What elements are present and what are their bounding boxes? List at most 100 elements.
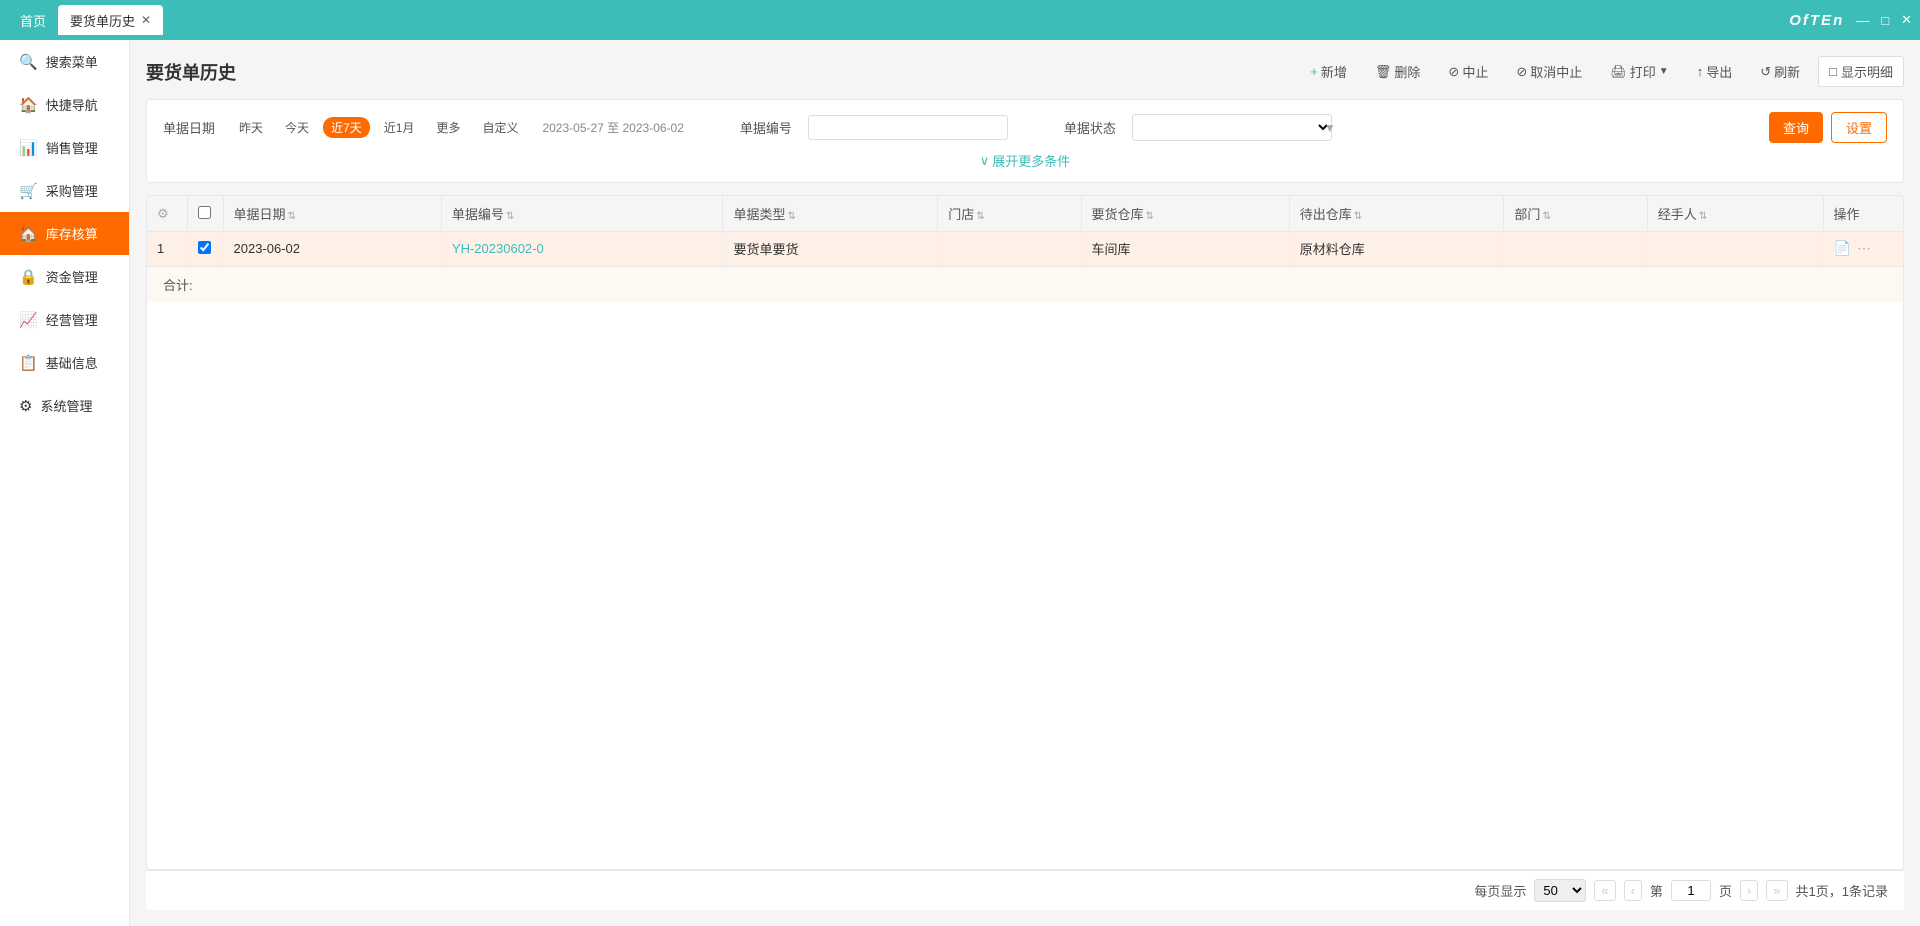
col-doc-date[interactable]: 单据日期⇅: [223, 196, 441, 232]
sidebar: 🔍 搜索菜单 🏠 快捷导航 📊 销售管理 🛒 采购管理 🏠 库存核算 🔒 资金管…: [0, 40, 130, 926]
delete-button[interactable]: 🗑 删除: [1365, 57, 1431, 86]
sidebar-item-label: 销售管理: [46, 138, 98, 157]
print-button[interactable]: 🖨 打印 ▼: [1600, 57, 1678, 86]
ops-mgmt-icon: 📈: [19, 311, 38, 329]
col-action: 操作: [1823, 196, 1903, 232]
refresh-button[interactable]: ↺ 刷新: [1750, 57, 1810, 86]
print-arrow-icon: ▼: [1659, 66, 1669, 77]
sort-arrow-department: ⇅: [1542, 211, 1550, 222]
sidebar-item-basic-info[interactable]: 📋 基础信息: [0, 341, 129, 384]
col-doc-number[interactable]: 单据编号⇅: [441, 196, 723, 232]
sidebar-item-finance-mgmt[interactable]: 🔒 资金管理: [0, 255, 129, 298]
prev-page-btn[interactable]: ‹: [1624, 880, 1642, 901]
col-settings[interactable]: ⚙: [147, 196, 187, 232]
sidebar-item-label: 资金管理: [46, 267, 98, 286]
row-action-cell: 📄 ⋯: [1823, 232, 1903, 266]
select-all-checkbox[interactable]: [198, 206, 211, 219]
page-suffix-label: 页: [1719, 881, 1732, 900]
tab-home[interactable]: 首页: [8, 5, 58, 35]
tab-requisition-history[interactable]: 要货单历史 ✕: [58, 5, 163, 35]
export-button[interactable]: ↑ 导出: [1687, 57, 1743, 86]
col-handler[interactable]: 经手人⇅: [1647, 196, 1823, 232]
maximize-btn[interactable]: □: [1881, 13, 1889, 28]
stop-label: 中止: [1462, 62, 1488, 81]
date-filter-label: 单据日期: [163, 118, 215, 137]
export-label: 导出: [1706, 62, 1732, 81]
sys-mgmt-icon: ⚙: [19, 397, 32, 415]
col-store[interactable]: 门店⇅: [938, 196, 1081, 232]
sort-arrow-doc-type: ⇅: [788, 211, 796, 222]
sidebar-item-sys-mgmt[interactable]: ⚙ 系统管理: [0, 384, 129, 427]
new-button[interactable]: + 新增: [1300, 57, 1357, 86]
purchase-mgmt-icon: 🛒: [19, 182, 38, 200]
sidebar-item-search-menu[interactable]: 🔍 搜索菜单: [0, 40, 129, 83]
sidebar-item-label: 采购管理: [46, 181, 98, 200]
next-page-btn[interactable]: ›: [1740, 880, 1758, 901]
col-department[interactable]: 部门⇅: [1504, 196, 1647, 232]
minimize-btn[interactable]: —: [1856, 13, 1869, 28]
page-prefix-label: 第: [1650, 881, 1663, 900]
date-shortcut-more[interactable]: 更多: [428, 117, 468, 138]
date-shortcut-7days[interactable]: 近7天: [323, 117, 370, 138]
col-req-warehouse[interactable]: 要货仓库⇅: [1081, 196, 1289, 232]
basic-info-icon: 📋: [19, 354, 38, 372]
sort-arrow-req-warehouse: ⇅: [1146, 211, 1154, 222]
show-detail-button[interactable]: □ 显示明细: [1818, 56, 1904, 87]
last-page-btn[interactable]: »: [1766, 880, 1787, 901]
row-index: 1: [147, 232, 187, 266]
expand-label: 展开更多条件: [992, 151, 1070, 170]
row-edit-icon[interactable]: 📄: [1834, 240, 1851, 257]
sidebar-item-ops-mgmt[interactable]: 📈 经营管理: [0, 298, 129, 341]
date-shortcuts: 昨天 今天 近7天 近1月 更多 自定义: [231, 117, 526, 138]
row-doc-date: 2023-06-02: [223, 232, 441, 266]
filter-panel: 单据日期 昨天 今天 近7天 近1月 更多 自定义 2023-05-27 至 2…: [146, 99, 1904, 183]
query-button[interactable]: 查询: [1769, 112, 1823, 143]
sidebar-item-quick-nav[interactable]: 🏠 快捷导航: [0, 83, 129, 126]
cancel-stop-label: 取消中止: [1530, 62, 1582, 81]
col-pending-warehouse[interactable]: 待出仓库⇅: [1289, 196, 1504, 232]
row-store: [938, 232, 1081, 266]
doc-number-link[interactable]: YH-20230602-0: [452, 241, 544, 256]
cancel-stop-button[interactable]: ⊘ 取消中止: [1506, 57, 1592, 86]
new-icon: +: [1310, 64, 1318, 79]
date-shortcut-custom[interactable]: 自定义: [474, 117, 526, 138]
row-more-icon[interactable]: ⋯: [1857, 240, 1871, 257]
sidebar-item-purchase-mgmt[interactable]: 🛒 采购管理: [0, 169, 129, 212]
settings-button[interactable]: 设置: [1831, 112, 1887, 143]
sort-arrow-pending-warehouse: ⇅: [1354, 211, 1362, 222]
page-size-select[interactable]: 20 50 100 200: [1534, 879, 1586, 902]
page-number-input[interactable]: [1671, 880, 1711, 901]
delete-label: 删除: [1394, 62, 1420, 81]
col-doc-type[interactable]: 单据类型⇅: [723, 196, 938, 232]
sidebar-item-sales-mgmt[interactable]: 📊 销售管理: [0, 126, 129, 169]
doc-status-select[interactable]: [1132, 114, 1332, 141]
refresh-icon: ↺: [1760, 64, 1771, 80]
main-layout: 🔍 搜索菜单 🏠 快捷导航 📊 销售管理 🛒 采购管理 🏠 库存核算 🔒 资金管…: [0, 40, 1920, 926]
doc-number-input[interactable]: [808, 115, 1008, 140]
total-label: 合计:: [163, 275, 193, 294]
search-menu-icon: 🔍: [19, 53, 38, 71]
table-row: 1 2023-06-02 YH-20230602-0 要货单要货 车间库 原材料…: [147, 232, 1903, 266]
stop-button[interactable]: ⊘ 中止: [1438, 57, 1498, 86]
date-shortcut-yesterday[interactable]: 昨天: [231, 117, 271, 138]
date-shortcut-today[interactable]: 今天: [277, 117, 317, 138]
tab-close-icon[interactable]: ✕: [141, 13, 151, 27]
sidebar-item-inventory[interactable]: 🏠 库存核算: [0, 212, 129, 255]
row-department: [1504, 232, 1647, 266]
date-shortcut-1month[interactable]: 近1月: [376, 117, 423, 138]
sidebar-item-label: 快捷导航: [46, 95, 98, 114]
cancel-stop-icon: ⊘: [1516, 64, 1527, 80]
export-icon: ↑: [1697, 64, 1704, 79]
print-label: 打印: [1630, 62, 1656, 81]
top-bar-right: OfTEn — □ ✕: [1789, 12, 1912, 29]
row-checkbox-cell: [187, 232, 223, 266]
row-checkbox[interactable]: [198, 241, 211, 254]
column-settings-icon[interactable]: ⚙: [157, 206, 169, 221]
sidebar-item-label: 基础信息: [46, 353, 98, 372]
expand-filter-btn[interactable]: ∨ 展开更多条件: [163, 151, 1887, 170]
logo-text: OfTEn: [1789, 12, 1844, 29]
first-page-btn[interactable]: «: [1594, 880, 1615, 901]
tab-requisition-label: 要货单历史: [70, 11, 135, 30]
tab-home-label: 首页: [20, 11, 46, 30]
close-btn[interactable]: ✕: [1901, 12, 1912, 28]
